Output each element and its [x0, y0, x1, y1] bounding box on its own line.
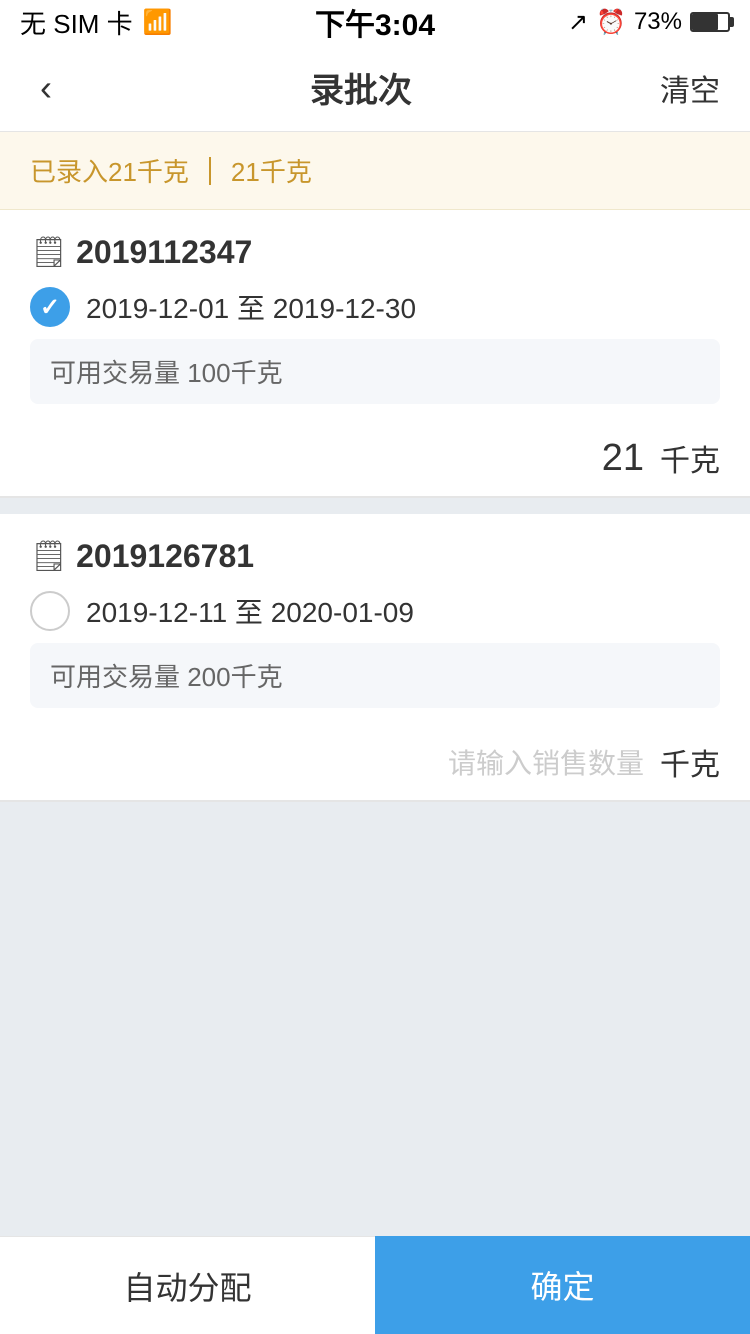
page-title: 录批次	[310, 63, 412, 112]
batch-2-date-row[interactable]: 2019-12-11 至 2020-01-09	[0, 583, 750, 643]
batch-2-quantity-row: 请输入销售数量 千克	[0, 724, 750, 802]
clear-button[interactable]: 清空	[660, 66, 720, 110]
batch-card-1: 🗒 2019112347 2019-12-01 至 2019-12-30 可用交…	[0, 210, 750, 498]
batch-2-unit: 千克	[660, 740, 720, 784]
time-label: 下午3:04	[315, 0, 435, 44]
bottom-empty-area	[0, 802, 750, 1236]
bottom-bar: 自动分配 确定	[0, 1236, 750, 1334]
batch-1-icon: 🗒	[30, 235, 68, 270]
main-content: 已录入21千克 21千克 🗒 2019112347 2019-12-01 至 2…	[0, 132, 750, 1236]
location-icon: ↗	[568, 8, 588, 37]
batch-1-radio[interactable]	[30, 287, 70, 327]
auto-distribute-button[interactable]: 自动分配	[0, 1236, 375, 1334]
summary-divider	[209, 157, 211, 185]
batch-1-header: 🗒 2019112347	[0, 210, 750, 279]
confirm-button[interactable]: 确定	[375, 1236, 750, 1334]
batch-card-2: 🗒 2019126781 2019-12-11 至 2020-01-09 可用交…	[0, 514, 750, 802]
summary-value: 21千克	[231, 152, 312, 189]
summary-bar: 已录入21千克 21千克	[0, 132, 750, 210]
batch-1-date: 2019-12-01 至 2019-12-30	[86, 287, 416, 327]
batch-2-radio[interactable]	[30, 591, 70, 631]
status-left: 无 SIM 卡 📶	[20, 4, 173, 41]
battery-pct-label: 73%	[634, 8, 682, 36]
batch-1-id: 2019112347	[76, 234, 252, 271]
status-right: ↗ ⏰ 73%	[568, 8, 730, 37]
alarm-icon: ⏰	[596, 8, 626, 37]
batch-2-available: 可用交易量 200千克	[30, 643, 720, 708]
batch-1-unit: 千克	[660, 436, 720, 480]
summary-label: 已录入21千克	[30, 152, 189, 189]
batch-2-header: 🗒 2019126781	[0, 514, 750, 583]
batch-2-id: 2019126781	[76, 538, 254, 575]
batch-1-date-row[interactable]: 2019-12-01 至 2019-12-30	[0, 279, 750, 339]
wifi-icon: 📶	[143, 8, 173, 37]
carrier-label: 无 SIM 卡	[20, 4, 133, 41]
back-button[interactable]: ‹	[30, 57, 62, 119]
batch-2-input-placeholder: 请输入销售数量	[448, 742, 644, 782]
batch-1-quantity-value: 21	[602, 437, 644, 480]
status-bar: 无 SIM 卡 📶 下午3:04 ↗ ⏰ 73%	[0, 0, 750, 44]
battery-icon	[690, 12, 730, 32]
batch-1-available: 可用交易量 100千克	[30, 339, 720, 404]
card-separator-1	[0, 498, 750, 514]
batch-2-date: 2019-12-11 至 2020-01-09	[86, 591, 414, 631]
nav-bar: ‹ 录批次 清空	[0, 44, 750, 132]
batch-1-quantity-row: 21 千克	[0, 420, 750, 498]
batch-2-icon: 🗒	[30, 539, 68, 574]
